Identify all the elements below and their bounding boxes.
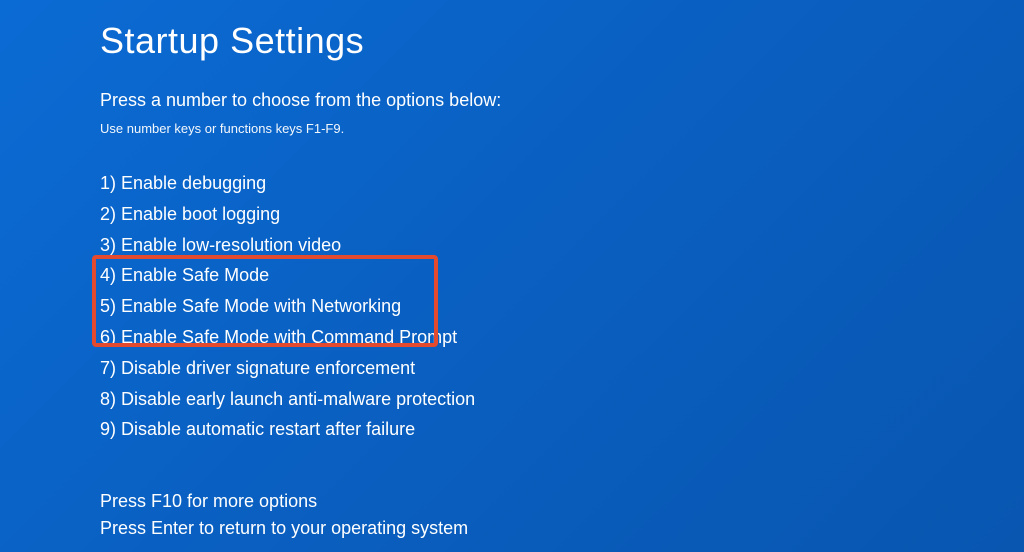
option-disable-anti-malware[interactable]: 8) Disable early launch anti-malware pro… [100,384,1024,415]
option-disable-driver-signature[interactable]: 7) Disable driver signature enforcement [100,353,1024,384]
hint-text: Use number keys or functions keys F1-F9. [100,121,1024,136]
footer-instructions: Press F10 for more options Press Enter t… [100,488,468,542]
startup-settings-screen: Startup Settings Press a number to choos… [0,0,1024,445]
instruction-text: Press a number to choose from the option… [100,90,1024,111]
option-enable-boot-logging[interactable]: 2) Enable boot logging [100,199,1024,230]
option-disable-automatic-restart[interactable]: 9) Disable automatic restart after failu… [100,414,1024,445]
boot-options-list: 1) Enable debugging 2) Enable boot loggi… [100,168,1024,445]
return-hint: Press Enter to return to your operating … [100,515,468,542]
page-title: Startup Settings [100,20,1024,62]
more-options-hint: Press F10 for more options [100,488,468,515]
option-enable-safe-mode-command-prompt[interactable]: 6) Enable Safe Mode with Command Prompt [100,322,1024,353]
option-enable-debugging[interactable]: 1) Enable debugging [100,168,1024,199]
option-enable-low-resolution-video[interactable]: 3) Enable low-resolution video [100,230,1024,261]
option-enable-safe-mode-networking[interactable]: 5) Enable Safe Mode with Networking [100,291,1024,322]
option-enable-safe-mode[interactable]: 4) Enable Safe Mode [100,260,1024,291]
